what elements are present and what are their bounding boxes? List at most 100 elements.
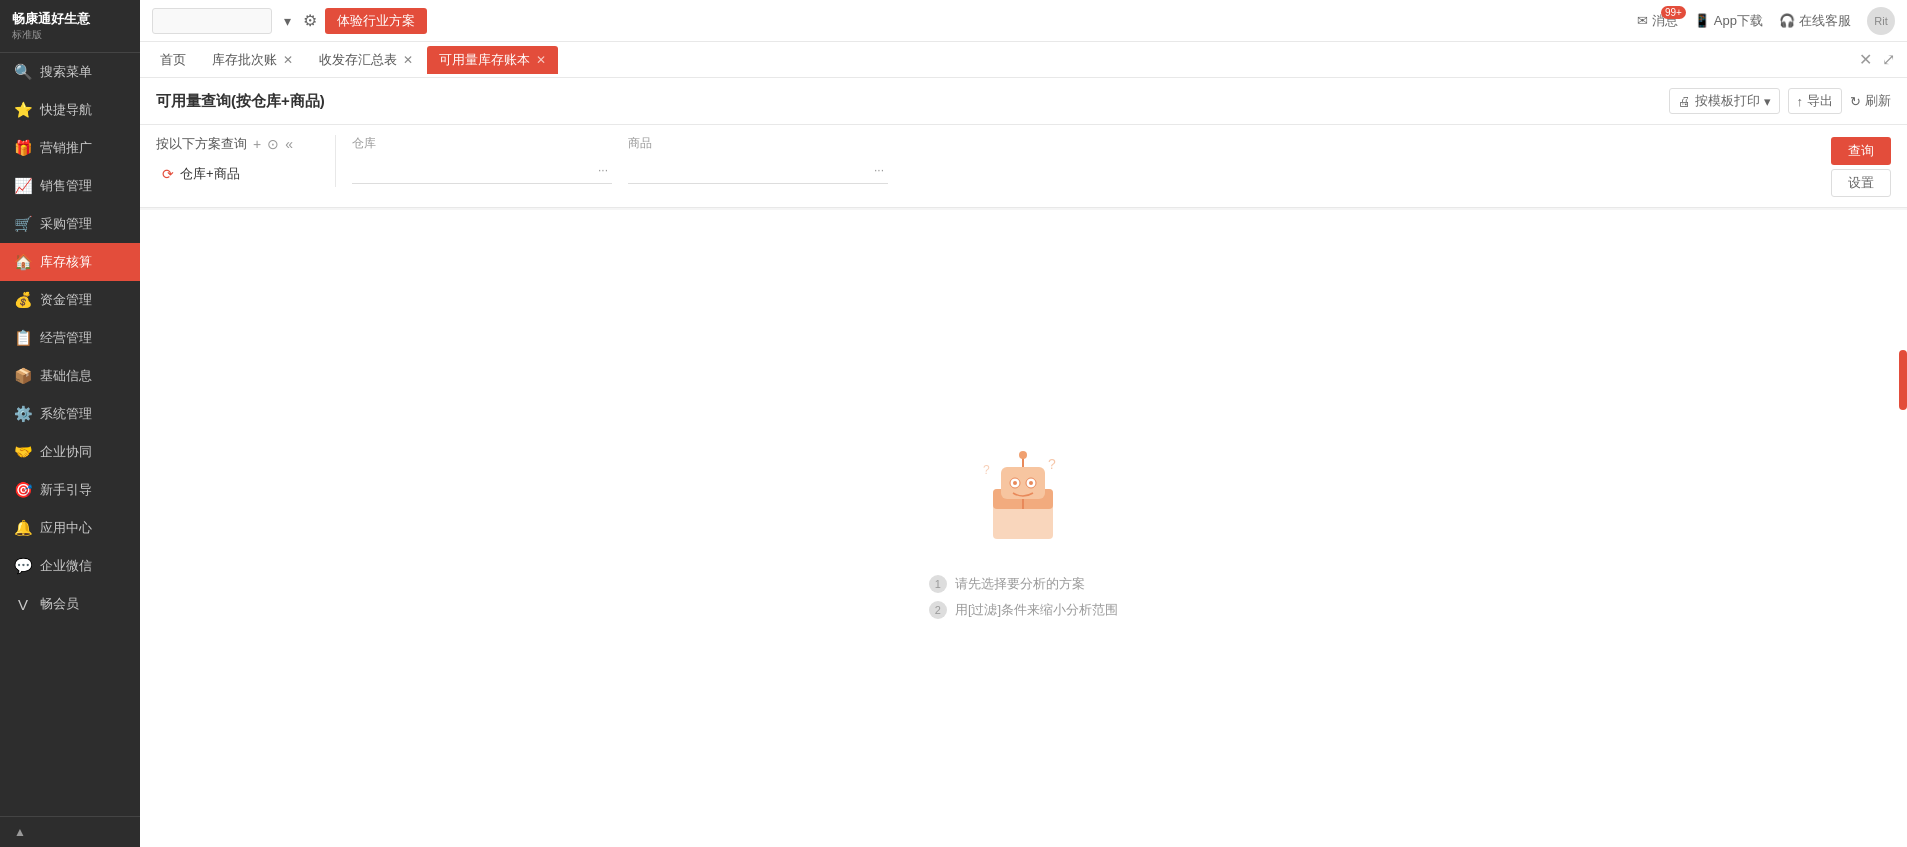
- tab-close-receive-summary[interactable]: ✕: [403, 53, 413, 67]
- sidebar-item-basic[interactable]: 📦基础信息: [0, 357, 140, 395]
- sidebar-logo: 畅康通好生意 标准版: [0, 0, 140, 53]
- tip-text-2: 用[过滤]条件来缩小分析范围: [955, 601, 1118, 619]
- export-icon: ↑: [1797, 94, 1804, 109]
- tip-text-1: 请先选择要分析的方案: [955, 575, 1085, 593]
- empty-state: ? ? 1 请先选择要分析的方案 2 用[过滤]条件来缩小分析范围: [929, 439, 1118, 619]
- sidebar-icon-appCenter: 🔔: [14, 519, 32, 537]
- topbar-gear-icon[interactable]: ⚙: [303, 11, 317, 30]
- warehouse-input[interactable]: [356, 162, 598, 177]
- topbar-right: ✉ 消息 99+ 📱 App下载 🎧 在线客服 Rit: [1637, 7, 1895, 35]
- topbar-search-placeholder: [159, 13, 203, 28]
- sidebar: 畅康通好生意 标准版 🔍搜索菜单⭐快捷导航 🎁 营销推广 📈 销售管理 🛒采购管理🏠库存核…: [0, 0, 140, 847]
- main-area: ▾ ⚙ 体验行业方案 ✉ 消息 99+ 📱 App下载 🎧 在线客服 Rit 首…: [140, 0, 1907, 847]
- headset-icon: 🎧: [1779, 13, 1795, 28]
- filter-field-goods: 商品 ···: [628, 135, 888, 184]
- sidebar-label-inventory: 库存核算: [40, 253, 92, 271]
- sidebar-label-marketing: 营销推广: [40, 139, 92, 157]
- sidebar-item-vip[interactable]: V 畅会员: [0, 585, 140, 623]
- sidebar-label-finance: 资金管理: [40, 291, 92, 309]
- tab-inventory-batch[interactable]: 库存批次账 ✕: [200, 46, 305, 74]
- svg-rect-3: [1001, 467, 1045, 499]
- scheme-header: 按以下方案查询 + ⊙ «: [156, 135, 323, 153]
- tabs-expand-btn[interactable]: ⤢: [1878, 50, 1899, 69]
- main-content: ? ? 1 请先选择要分析的方案 2 用[过滤]条件来缩小分析范围: [140, 210, 1907, 847]
- trial-btn[interactable]: 体验行业方案: [325, 8, 427, 34]
- sidebar-item-system[interactable]: ⚙️系统管理: [0, 395, 140, 433]
- scheme-item-label: 仓库+商品: [180, 165, 240, 183]
- tab-home[interactable]: 首页: [148, 46, 198, 74]
- topbar-dropdown-icon[interactable]: ▾: [280, 11, 295, 31]
- sidebar-item-appCenter[interactable]: 🔔 应用中心: [0, 509, 140, 547]
- scheme-settings-btn[interactable]: ⊙: [267, 136, 279, 152]
- tab-close-inventory-batch[interactable]: ✕: [283, 53, 293, 67]
- tip-num-1: 1: [929, 575, 947, 593]
- sidebar-label-basic: 基础信息: [40, 367, 92, 385]
- sidebar-item-enterprise[interactable]: 🤝 企业协同: [0, 433, 140, 471]
- tabs-close-btn[interactable]: ✕: [1855, 50, 1876, 69]
- sidebar-item-marketing[interactable]: 🎁 营销推广: [0, 129, 140, 167]
- sidebar-icon-enterprise: 🤝: [14, 443, 32, 461]
- user-name: Rit: [1867, 7, 1895, 35]
- tab-available-inventory[interactable]: 可用量库存账本 ✕: [427, 46, 558, 74]
- sidebar-item-shortcut[interactable]: ⭐快捷导航: [0, 91, 140, 129]
- warehouse-label: 仓库: [352, 135, 612, 152]
- scheme-add-btn[interactable]: +: [253, 136, 261, 152]
- goods-label: 商品: [628, 135, 888, 152]
- sidebar-icon-vip: V: [14, 595, 32, 613]
- tab-bar: 首页库存批次账✕收发存汇总表✕可用量库存账本✕ ✕ ⤢: [140, 42, 1907, 78]
- message-link[interactable]: ✉ 消息 99+: [1637, 12, 1678, 30]
- sidebar-icon-finance: 💰: [14, 291, 32, 309]
- scheme-collapse-btn[interactable]: «: [285, 136, 293, 152]
- message-icon: ✉: [1637, 13, 1648, 28]
- sidebar-label-system: 系统管理: [40, 405, 92, 423]
- tab-close-available-inventory[interactable]: ✕: [536, 53, 546, 67]
- user-avatar[interactable]: Rit: [1867, 7, 1895, 35]
- goods-input-wrap: ···: [628, 156, 888, 184]
- sidebar-icon-purchase: 🛒: [14, 215, 32, 233]
- svg-text:?: ?: [983, 463, 990, 477]
- sidebar-item-sales[interactable]: 📈 销售管理: [0, 167, 140, 205]
- empty-tip-1: 1 请先选择要分析的方案: [929, 575, 1118, 593]
- query-btn[interactable]: 查询: [1831, 137, 1891, 165]
- scheme-refresh-icon: ⟳: [162, 166, 174, 182]
- sidebar-item-purchase[interactable]: 🛒采购管理: [0, 205, 140, 243]
- warehouse-more-btn[interactable]: ···: [598, 163, 608, 177]
- topbar: ▾ ⚙ 体验行业方案 ✉ 消息 99+ 📱 App下载 🎧 在线客服 Rit: [140, 0, 1907, 42]
- filter-settings-btn[interactable]: 设置: [1831, 169, 1891, 197]
- sidebar-icon-shortcut: ⭐: [14, 101, 32, 119]
- sidebar-label-sales: 销售管理: [40, 177, 92, 195]
- sidebar-label-newbie: 新手引导: [40, 481, 92, 499]
- tip-num-2: 2: [929, 601, 947, 619]
- svg-point-9: [1019, 451, 1027, 459]
- sidebar-item-wechat[interactable]: 💬企业微信: [0, 547, 140, 585]
- sidebar-icon-marketing: 🎁: [14, 139, 32, 157]
- goods-more-btn[interactable]: ···: [874, 163, 884, 177]
- sidebar-item-search[interactable]: 🔍搜索菜单: [0, 53, 140, 91]
- svg-point-7: [1029, 481, 1033, 485]
- sidebar-item-inventory[interactable]: 🏠库存核算: [0, 243, 140, 281]
- export-btn[interactable]: ↑ 导出: [1788, 88, 1843, 114]
- sidebar-bottom[interactable]: ▲: [0, 816, 140, 847]
- svg-point-6: [1013, 481, 1017, 485]
- sidebar-icon-sales: 📈: [14, 177, 32, 195]
- sidebar-item-finance[interactable]: 💰 资金管理: [0, 281, 140, 319]
- sidebar-label-vip: 畅会员: [40, 595, 79, 613]
- app-download-link[interactable]: 📱 App下载: [1694, 12, 1763, 30]
- print-btn[interactable]: 🖨 按模板打印 ▾: [1669, 88, 1780, 114]
- sidebar-item-operation[interactable]: 📋经营管理: [0, 319, 140, 357]
- goods-input[interactable]: [632, 162, 874, 177]
- sidebar-label-operation: 经营管理: [40, 329, 92, 347]
- tab-label-inventory-batch: 库存批次账: [212, 51, 277, 69]
- tab-label-available-inventory: 可用量库存账本: [439, 51, 530, 69]
- right-scrollbar[interactable]: [1899, 350, 1907, 410]
- topbar-search-wrap: [152, 8, 272, 34]
- tab-receive-summary[interactable]: 收发存汇总表✕: [307, 46, 425, 74]
- scheme-item-warehouse-goods[interactable]: ⟳ 仓库+商品: [156, 161, 323, 187]
- sidebar-label-appCenter: 应用中心: [40, 519, 92, 537]
- refresh-icon: ↻: [1850, 94, 1861, 109]
- logo-subtitle: 标准版: [12, 28, 128, 42]
- online-service-link[interactable]: 🎧 在线客服: [1779, 12, 1851, 30]
- refresh-btn[interactable]: ↻ 刷新: [1850, 92, 1891, 110]
- sidebar-label-enterprise: 企业协同: [40, 443, 92, 461]
- sidebar-item-newbie[interactable]: 🎯新手引导: [0, 471, 140, 509]
